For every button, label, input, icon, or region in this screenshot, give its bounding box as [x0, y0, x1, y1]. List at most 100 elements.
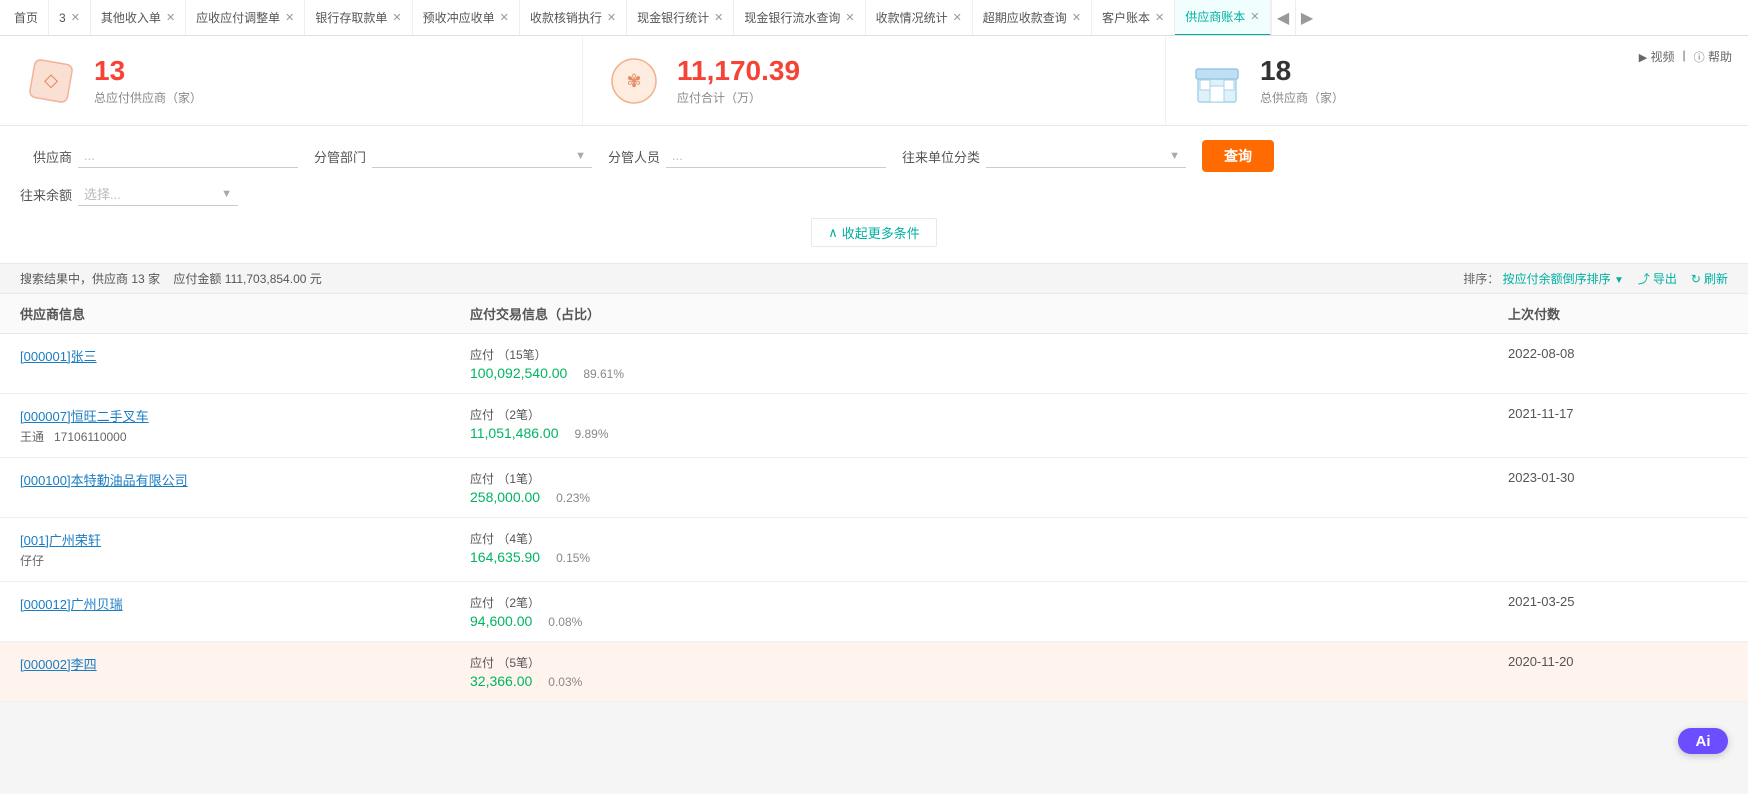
tx-row-4: 164,635.90 0.15%: [470, 549, 1508, 565]
nav-tab-supplier-ledger-label: 供应商账本: [1185, 8, 1245, 25]
supplier-link-5[interactable]: [000012]广州贝瑞: [20, 594, 470, 613]
export-icon: ⤴: [1638, 270, 1650, 287]
close-icon[interactable]: ✕: [166, 11, 175, 24]
filter-item-balance: 往来余额 ▼: [20, 182, 238, 206]
tx-info-2: 应付 （2笔） 11,051,486.00 9.89%: [470, 406, 1508, 441]
tx-pct-4: 0.15%: [556, 551, 590, 565]
result-summary: 搜索结果中，供应商 13 家 应付金额 111,703,854.00 元: [20, 270, 322, 287]
tx-amount-2[interactable]: 11,051,486.00: [470, 425, 559, 441]
close-icon[interactable]: ✕: [500, 11, 509, 24]
supplier-cell-2: [000007]恒旺二手叉车 王通 17106110000: [20, 406, 470, 445]
result-supplier-unit: 家: [148, 272, 160, 286]
tx-amount-4[interactable]: 164,635.90: [470, 549, 540, 565]
supplier-link-4[interactable]: [001]广州荣轩: [20, 530, 470, 549]
filter-input-dept[interactable]: [372, 144, 592, 168]
nav-next-arrow[interactable]: ▶: [1295, 0, 1319, 36]
video-link[interactable]: ▶ 视频: [1639, 48, 1675, 65]
tx-row-3: 258,000.00 0.23%: [470, 489, 1508, 505]
nav-tab-home[interactable]: 首页: [4, 0, 49, 36]
filter-row-2: 往来余额 ▼: [20, 182, 1728, 206]
search-button[interactable]: 查询: [1202, 140, 1274, 172]
close-icon[interactable]: ✕: [607, 11, 616, 24]
nav-tab-3[interactable]: 3 ✕: [49, 0, 91, 36]
close-icon[interactable]: ✕: [845, 11, 854, 24]
filter-area: 供应商 分管部门 ▼ 分管人员 往来单位分类 ▼ 查询: [0, 126, 1748, 264]
filter-input-category[interactable]: [986, 144, 1186, 168]
filter-input-supplier[interactable]: [78, 144, 298, 168]
nav-tab-supplier-ledger[interactable]: 供应商账本 ✕: [1175, 0, 1270, 36]
supplier-link-2[interactable]: [000007]恒旺二手叉车: [20, 406, 470, 425]
nav-tab-other-income[interactable]: 其他收入单 ✕: [91, 0, 186, 36]
supplier-cell-3: [000100]本特勤油品有限公司: [20, 470, 470, 489]
close-icon[interactable]: ✕: [714, 11, 723, 24]
tx-amount-5[interactable]: 94,600.00: [470, 613, 532, 629]
tx-amount-3[interactable]: 258,000.00: [470, 489, 540, 505]
refresh-label: 刷新: [1704, 270, 1728, 287]
table-row: [000007]恒旺二手叉车 王通 17106110000 应付 （2笔） 11…: [0, 394, 1748, 458]
nav-tab-prepay-offset-label: 预收冲应收单: [423, 9, 495, 26]
supplier-cell-5: [000012]广州贝瑞: [20, 594, 470, 613]
nav-tab-bank-deposit[interactable]: 银行存取款单 ✕: [305, 0, 412, 36]
video-label[interactable]: 视频: [1651, 50, 1675, 64]
stat-info-payable-amount: 11,170.39 应付合计（万）: [677, 55, 800, 106]
tx-row-1: 100,092,540.00 89.61%: [470, 365, 1508, 381]
help-label[interactable]: 帮助: [1708, 50, 1732, 64]
lastpay-date-2: 2021-11-17: [1508, 406, 1574, 421]
lastpay-cell-3: 2023-01-30: [1508, 470, 1728, 485]
ai-button[interactable]: Ai: [1678, 728, 1728, 754]
transaction-cell-2: 应付 （2笔） 11,051,486.00 9.89%: [470, 406, 1508, 441]
nav-tab-customer-ledger[interactable]: 客户账本 ✕: [1092, 0, 1175, 36]
tx-amount-6[interactable]: 32,366.00: [470, 673, 532, 689]
close-icon[interactable]: ✕: [1155, 11, 1164, 24]
nav-tab-ar-ap-adjust[interactable]: 应收应付调整单 ✕: [186, 0, 305, 36]
supplier-cell-6: [000002]李四: [20, 654, 470, 673]
stat-label-payable-suppliers: 总应付供应商（家）: [94, 89, 202, 106]
refresh-icon: ↻: [1691, 272, 1701, 286]
nav-tab-cash-bank-stats[interactable]: 现金银行统计 ✕: [627, 0, 734, 36]
collapse-button[interactable]: ∧ 收起更多条件: [811, 218, 937, 247]
ai-button-label: Ai: [1696, 733, 1711, 750]
nav-tab-overdue-ar[interactable]: 超期应收款查询 ✕: [973, 0, 1092, 36]
nav-tab-cash-bank-flow[interactable]: 现金银行流水查询 ✕: [734, 0, 865, 36]
stat-block-payable-suppliers: ◇ 13 总应付供应商（家）: [0, 36, 583, 125]
nav-tab-receipt-stats[interactable]: 收款情况统计 ✕: [866, 0, 973, 36]
nav-tab-payment-verify-label: 收款核销执行: [530, 9, 602, 26]
sort-value[interactable]: 按应付余额倒序排序: [1503, 272, 1611, 286]
nav-prev-arrow[interactable]: ◀: [1271, 0, 1295, 36]
tx-amount-1[interactable]: 100,092,540.00: [470, 365, 567, 381]
filter-label-balance: 往来余额: [20, 185, 72, 204]
filter-item-category: 往来单位分类 ▼: [902, 144, 1186, 168]
supplier-link-3[interactable]: [000100]本特勤油品有限公司: [20, 470, 470, 489]
supplier-link-6[interactable]: [000002]李四: [20, 654, 470, 673]
tx-row-2: 11,051,486.00 9.89%: [470, 425, 1508, 441]
tx-info-1: 应付 （15笔） 100,092,540.00 89.61%: [470, 346, 1508, 381]
help-links: ▶ 视频 | ⓘ 帮助: [1639, 48, 1732, 65]
close-icon[interactable]: ✕: [285, 11, 294, 24]
refresh-button[interactable]: ↻ 刷新: [1691, 270, 1728, 287]
tx-info-5: 应付 （2笔） 94,600.00 0.08%: [470, 594, 1508, 629]
filter-item-person: 分管人员: [608, 144, 886, 168]
filter-input-balance[interactable]: [78, 182, 238, 206]
nav-tab-payment-verify[interactable]: 收款核销执行 ✕: [520, 0, 627, 36]
tx-pct-5: 0.08%: [548, 615, 582, 629]
lastpay-cell-5: 2021-03-25: [1508, 594, 1728, 609]
export-button[interactable]: ⤴ 导出: [1638, 270, 1677, 287]
close-icon[interactable]: ✕: [953, 11, 962, 24]
result-bar: 搜索结果中，供应商 13 家 应付金额 111,703,854.00 元 排序：…: [0, 264, 1748, 294]
tx-info-4: 应付 （4笔） 164,635.90 0.15%: [470, 530, 1508, 565]
table-header: 供应商信息 应付交易信息（占比） 上次付数: [0, 294, 1748, 334]
close-icon[interactable]: ✕: [71, 11, 80, 24]
transaction-cell-6: 应付 （5笔） 32,366.00 0.03%: [470, 654, 1508, 689]
table-row: [000100]本特勤油品有限公司 应付 （1笔） 258,000.00 0.2…: [0, 458, 1748, 518]
filter-input-person[interactable]: [666, 144, 886, 168]
close-icon[interactable]: ✕: [1072, 11, 1081, 24]
export-label: 导出: [1653, 270, 1677, 287]
supplier-link-1[interactable]: [000001]张三: [20, 346, 470, 365]
tx-label-2: 应付 （2笔）: [470, 406, 1508, 423]
close-icon[interactable]: ✕: [1250, 10, 1259, 23]
close-icon[interactable]: ✕: [392, 11, 401, 24]
help-link[interactable]: ⓘ 帮助: [1694, 48, 1732, 65]
nav-tab-prepay-offset[interactable]: 预收冲应收单 ✕: [413, 0, 520, 36]
stat-number-payable-amount: 11,170.39: [677, 55, 800, 87]
collapse-button-label: 收起更多条件: [842, 223, 920, 242]
